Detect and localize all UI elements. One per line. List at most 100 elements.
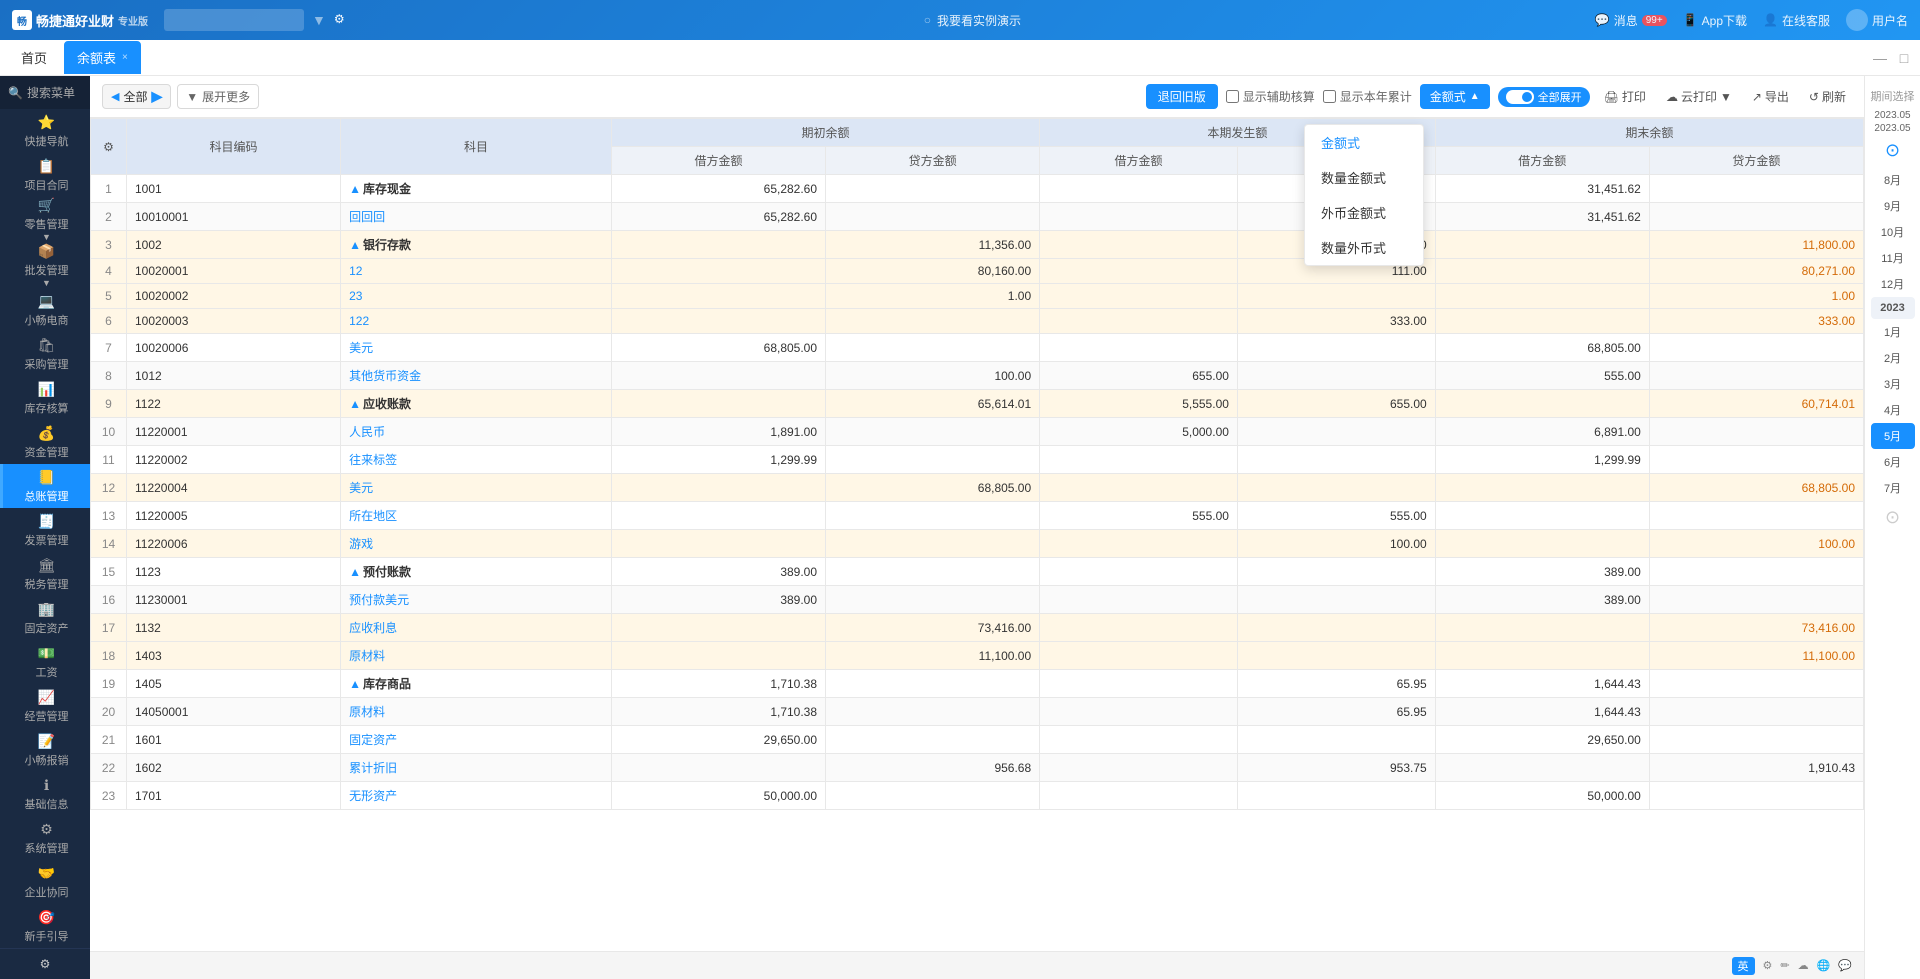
account-link[interactable]: 122 xyxy=(349,314,369,328)
month-btn[interactable]: 7月 xyxy=(1871,475,1915,501)
account-link[interactable]: 游戏 xyxy=(349,537,373,551)
sidebar-item-wholesale[interactable]: 📦 批发管理 ▼ xyxy=(0,243,90,289)
cloud-print-btn[interactable]: ☁ 云打印 ▼ xyxy=(1660,85,1738,108)
expand-all-toggle[interactable]: 全部展开 xyxy=(1498,87,1590,107)
sidebar-item-ecommerce[interactable]: 💻 小畅电商 xyxy=(0,288,90,332)
tab-home[interactable]: 首页 xyxy=(8,41,60,74)
toggle-pill[interactable] xyxy=(1506,90,1534,104)
edit-icon[interactable]: ✏ xyxy=(1780,959,1789,972)
dropdown-arrow[interactable]: ▼ xyxy=(312,12,326,28)
expand-up-icon[interactable]: ⊙ xyxy=(1885,140,1900,161)
lang-btn[interactable]: 英 xyxy=(1732,957,1755,975)
table-row[interactable]: 18 1403 原材料 11,100.00 11,100.00 xyxy=(91,642,1864,670)
table-row[interactable]: 4 10020001 12 80,160.00 111.00 80,271.00 xyxy=(91,259,1864,284)
table-row[interactable]: 19 1405 ▲库存商品 1,710.38 65.95 1,644.43 xyxy=(91,670,1864,698)
sidebar-item-guide[interactable]: 🎯 新手引导 xyxy=(0,904,90,948)
month-btn[interactable]: 3月 xyxy=(1871,371,1915,397)
sidebar-item-invoice[interactable]: 🧾 发票管理 xyxy=(0,508,90,552)
sidebar-item-finance[interactable]: 💰 资金管理 xyxy=(0,420,90,464)
online-service-btn[interactable]: 👤 在线客服 xyxy=(1763,12,1830,29)
sidebar-settings-icon[interactable]: ⚙ xyxy=(40,957,51,971)
sidebar-item-project[interactable]: 📋 项目合同 xyxy=(0,153,90,197)
expand-row-icon[interactable]: ▲ xyxy=(349,182,361,196)
sidebar-item-payroll[interactable]: 💵 工资 xyxy=(0,640,90,684)
search-bar[interactable] xyxy=(164,9,304,31)
table-row[interactable]: 5 10020002 23 1.00 1.00 xyxy=(91,284,1864,309)
account-link[interactable]: 无形资产 xyxy=(349,789,397,803)
account-link[interactable]: 应收利息 xyxy=(349,621,397,635)
sidebar-item-retail[interactable]: 🛒 零售管理 ▼ xyxy=(0,197,90,243)
expand-row-icon[interactable]: ▲ xyxy=(349,565,361,579)
table-row[interactable]: 1 1001 ▲库存现金 65,282.60 31,451.62 xyxy=(91,175,1864,203)
account-link[interactable]: 所在地区 xyxy=(349,509,397,523)
cloud-bottom-icon[interactable]: ☁ xyxy=(1798,959,1809,972)
message-btn[interactable]: 💬 消息 99+ xyxy=(1595,12,1667,29)
account-link[interactable]: 人民币 xyxy=(349,425,385,439)
minimize-button[interactable]: — xyxy=(1872,50,1888,66)
account-link[interactable]: 其他货币资金 xyxy=(349,369,421,383)
chat-icon[interactable]: 💬 xyxy=(1838,959,1852,972)
sidebar-item-operations[interactable]: 📈 经营管理 xyxy=(0,684,90,728)
table-row[interactable]: 13 11220005 所在地区 555.00 555.00 xyxy=(91,502,1864,530)
sidebar-item-sales[interactable]: 📝 小畅报销 xyxy=(0,728,90,772)
table-row[interactable]: 9 1122 ▲应收账款 65,614.01 5,555.00 655.00 6… xyxy=(91,390,1864,418)
demo-link[interactable]: 我要看实例演示 xyxy=(937,12,1021,29)
format-option-3[interactable]: 数量外币式 xyxy=(1305,230,1423,265)
account-link[interactable]: 原材料 xyxy=(349,649,385,663)
sidebar-item-system[interactable]: ⚙ 系统管理 xyxy=(0,816,90,860)
user-btn[interactable]: 用户名 xyxy=(1846,9,1908,31)
all-filter[interactable]: ◀ 全部 ▶ xyxy=(102,84,171,109)
format-option-1[interactable]: 数量金额式 xyxy=(1305,160,1423,195)
account-link[interactable]: 回回回 xyxy=(349,210,385,224)
tab-balance[interactable]: 余额表 × xyxy=(64,41,141,74)
month-btn[interactable]: 9月 xyxy=(1871,193,1915,219)
month-btn[interactable]: 6月 xyxy=(1871,449,1915,475)
month-btn[interactable]: 2023 xyxy=(1871,297,1915,319)
table-row[interactable]: 2 10010001 回回回 65,282.60 31,451.62 xyxy=(91,203,1864,231)
sidebar-item-accounting[interactable]: 📒 总账管理 xyxy=(0,464,90,508)
sidebar-search[interactable]: 🔍 搜索菜单 xyxy=(0,76,90,109)
sidebar-item-quicknav[interactable]: ⭐ 快捷导航 xyxy=(0,109,90,153)
settings-icon[interactable]: ⚙ xyxy=(334,12,350,28)
sidebar-bottom[interactable]: ⚙ xyxy=(0,948,90,979)
account-link[interactable]: 美元 xyxy=(349,481,373,495)
month-btn[interactable]: 1月 xyxy=(1871,319,1915,345)
month-btn[interactable]: 8月 xyxy=(1871,167,1915,193)
table-row[interactable]: 16 11230001 预付款美元 389.00 389.00 xyxy=(91,586,1864,614)
show-aux-label[interactable]: 显示辅助核算 xyxy=(1226,88,1315,105)
table-row[interactable]: 23 1701 无形资产 50,000.00 50,000.00 xyxy=(91,782,1864,810)
format-option-2[interactable]: 外币金额式 xyxy=(1305,195,1423,230)
expand-row-icon[interactable]: ▲ xyxy=(349,397,361,411)
sidebar-item-assets[interactable]: 🏢 固定资产 xyxy=(0,596,90,640)
tab-close-icon[interactable]: × xyxy=(122,52,128,63)
expand-more-btn[interactable]: ▼ 展开更多 xyxy=(177,84,259,109)
account-link[interactable]: 12 xyxy=(349,264,362,278)
table-row[interactable]: 20 14050001 原材料 1,710.38 65.95 1,644.43 xyxy=(91,698,1864,726)
account-link[interactable]: 累计折旧 xyxy=(349,761,397,775)
network-icon[interactable]: 🌐 xyxy=(1817,959,1831,972)
table-row[interactable]: 10 11220001 人民币 1,891.00 5,000.00 6,891.… xyxy=(91,418,1864,446)
format-option-0[interactable]: 金额式 xyxy=(1305,125,1423,160)
sidebar-item-inventory[interactable]: 📊 库存核算 xyxy=(0,376,90,420)
sidebar-item-purchase[interactable]: 🛍 采购管理 xyxy=(0,332,90,376)
table-row[interactable]: 11 11220002 往来标签 1,299.99 1,299.99 xyxy=(91,446,1864,474)
maximize-button[interactable]: □ xyxy=(1896,50,1912,66)
table-row[interactable]: 6 10020003 122 333.00 333.00 xyxy=(91,309,1864,334)
th-settings[interactable]: ⚙ xyxy=(91,119,127,175)
account-link[interactable]: 往来标签 xyxy=(349,453,397,467)
table-row[interactable]: 7 10020006 美元 68,805.00 68,805.00 xyxy=(91,334,1864,362)
expand-row-icon[interactable]: ▲ xyxy=(349,238,361,252)
sidebar-item-coop[interactable]: 🤝 企业协同 xyxy=(0,860,90,904)
month-btn[interactable]: 11月 xyxy=(1871,245,1915,271)
month-btn[interactable]: 5月 xyxy=(1871,423,1915,449)
show-year-label[interactable]: 显示本年累计 xyxy=(1323,88,1412,105)
table-row[interactable]: 14 11220006 游戏 100.00 100.00 xyxy=(91,530,1864,558)
show-aux-checkbox[interactable] xyxy=(1226,90,1239,103)
month-btn[interactable]: 12月 xyxy=(1871,271,1915,297)
expand-row-icon[interactable]: ▲ xyxy=(349,677,361,691)
account-link[interactable]: 美元 xyxy=(349,341,373,355)
table-row[interactable]: 22 1602 累计折旧 956.68 953.75 1,910.43 xyxy=(91,754,1864,782)
format-btn[interactable]: 金额式 ▲ xyxy=(1420,84,1490,109)
account-link[interactable]: 固定资产 xyxy=(349,733,397,747)
sidebar-item-base[interactable]: ℹ 基础信息 xyxy=(0,772,90,816)
